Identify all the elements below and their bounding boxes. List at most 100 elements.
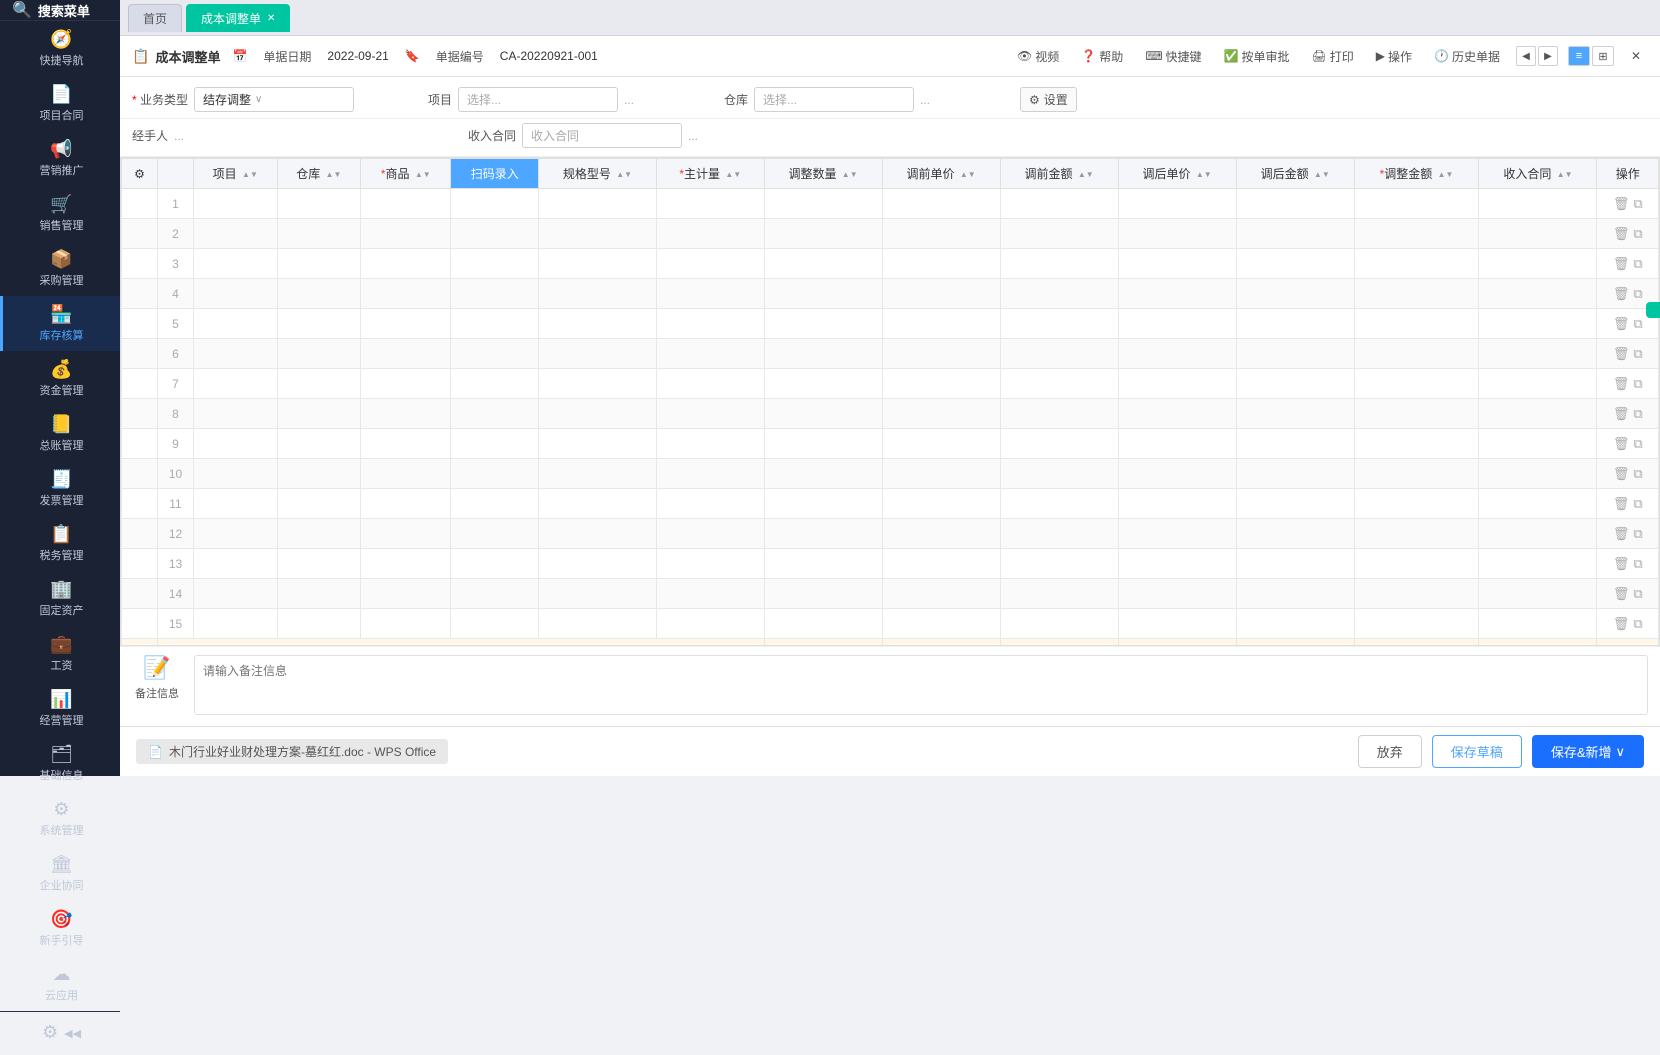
row-unit-1[interactable] [657,189,765,219]
row-prev-amount-7[interactable] [1000,369,1118,399]
project-select[interactable]: 选择... [458,87,618,112]
row-warehouse-1[interactable] [277,189,361,219]
row-after-amount-8[interactable] [1236,399,1354,429]
row-unit-12[interactable] [657,519,765,549]
row-after-unit-price-2[interactable] [1118,219,1236,249]
row-product-4[interactable] [361,279,451,309]
sidebar-item-payroll[interactable]: 💼 工资 [0,626,120,681]
row-prev-unit-price-10[interactable] [882,459,1000,489]
sidebar-logo-text[interactable]: 搜索菜单 [38,1,90,20]
row-spec-3[interactable] [539,249,657,279]
row-income-contract-8[interactable] [1479,399,1597,429]
copy-row-13-icon[interactable]: ⧉ [1633,556,1642,572]
income-contract-select[interactable]: 收入合同 [522,123,682,148]
row-after-amount-2[interactable] [1236,219,1354,249]
row-prev-amount-2[interactable] [1000,219,1118,249]
row-product-15[interactable] [361,609,451,639]
warehouse-dots[interactable]: ... [920,93,930,107]
row-after-unit-price-6[interactable] [1118,339,1236,369]
row-after-amount-3[interactable] [1236,249,1354,279]
delete-row-15-icon[interactable]: 🗑 [1613,616,1630,632]
row-adjust-qty-13[interactable] [764,549,882,579]
row-unit-10[interactable] [657,459,765,489]
sidebar-item-finance[interactable]: 💰 资金管理 [0,351,120,406]
row-adjust-qty-6[interactable] [764,339,882,369]
row-adjust-qty-1[interactable] [764,189,882,219]
sidebar-item-tax[interactable]: 📋 税务管理 [0,516,120,571]
sort-adjust-amount[interactable]: ▲▼ [1438,170,1454,179]
sidebar-item-ledger[interactable]: 📒 总账管理 [0,406,120,461]
save-draft-button[interactable]: 保存草稿 [1432,735,1522,768]
save-new-button[interactable]: 保存&新增 ∨ [1532,735,1644,768]
delete-row-7-icon[interactable]: 🗑 [1613,376,1630,392]
row-spec-4[interactable] [539,279,657,309]
row-income-contract-13[interactable] [1479,549,1597,579]
row-after-unit-price-10[interactable] [1118,459,1236,489]
row-adjust-qty-14[interactable] [764,579,882,609]
row-unit-3[interactable] [657,249,765,279]
tab-close-icon[interactable]: ✕ [267,13,275,24]
row-spec-8[interactable] [539,399,657,429]
row-scan-1[interactable] [451,189,539,219]
row-prev-amount-9[interactable] [1000,429,1118,459]
row-income-contract-15[interactable] [1479,609,1597,639]
row-adjust-amount-10[interactable] [1354,459,1479,489]
row-project-8[interactable] [194,399,278,429]
row-scan-4[interactable] [451,279,539,309]
sort-prev-amount[interactable]: ▲▼ [1078,170,1094,179]
row-warehouse-15[interactable] [277,609,361,639]
view-card-btn[interactable]: ⊞ [1592,46,1614,66]
warehouse-select[interactable]: 选择... [754,87,914,112]
row-after-amount-1[interactable] [1236,189,1354,219]
row-warehouse-10[interactable] [277,459,361,489]
settings-button[interactable]: ⚙ 设置 [1020,87,1077,112]
row-after-amount-15[interactable] [1236,609,1354,639]
row-product-5[interactable] [361,309,451,339]
row-adjust-qty-10[interactable] [764,459,882,489]
row-spec-6[interactable] [539,339,657,369]
row-income-contract-6[interactable] [1479,339,1597,369]
row-scan-11[interactable] [451,489,539,519]
row-income-contract-1[interactable] [1479,189,1597,219]
row-product-6[interactable] [361,339,451,369]
toolbar-view-btn[interactable]: 👁 视频 [1011,46,1065,67]
row-prev-unit-price-7[interactable] [882,369,1000,399]
copy-row-4-icon[interactable]: ⧉ [1633,286,1642,302]
copy-row-3-icon[interactable]: ⧉ [1633,256,1642,272]
row-adjust-amount-13[interactable] [1354,549,1479,579]
row-after-amount-6[interactable] [1236,339,1354,369]
row-warehouse-2[interactable] [277,219,361,249]
row-spec-1[interactable] [539,189,657,219]
sidebar-item-quick-nav[interactable]: 🧭 快捷导航 [0,21,120,76]
row-warehouse-8[interactable] [277,399,361,429]
delete-row-14-icon[interactable]: 🗑 [1613,586,1630,602]
sidebar-item-inventory[interactable]: 🏪 库存核算 [0,296,120,351]
row-scan-8[interactable] [451,399,539,429]
row-adjust-qty-15[interactable] [764,609,882,639]
row-project-14[interactable] [194,579,278,609]
row-project-15[interactable] [194,609,278,639]
row-product-9[interactable] [361,429,451,459]
row-adjust-amount-15[interactable] [1354,609,1479,639]
row-income-contract-9[interactable] [1479,429,1597,459]
copy-row-5-icon[interactable]: ⧉ [1633,316,1642,332]
row-income-contract-12[interactable] [1479,519,1597,549]
sort-prev-unit-price[interactable]: ▲▼ [960,170,976,179]
sidebar-item-cloud-apps[interactable]: ☁ 云应用 [0,956,120,1011]
sidebar-item-invoice[interactable]: 🧾 发票管理 [0,461,120,516]
row-prev-unit-price-12[interactable] [882,519,1000,549]
delete-row-5-icon[interactable]: 🗑 [1613,316,1630,332]
row-spec-2[interactable] [539,219,657,249]
row-after-unit-price-11[interactable] [1118,489,1236,519]
row-after-amount-5[interactable] [1236,309,1354,339]
toolbar-shortcut-btn[interactable]: ⌨ 快捷键 [1139,46,1207,67]
delete-row-9-icon[interactable]: 🗑 [1613,436,1630,452]
row-project-5[interactable] [194,309,278,339]
row-warehouse-3[interactable] [277,249,361,279]
copy-row-11-icon[interactable]: ⧉ [1633,496,1642,512]
row-after-unit-price-8[interactable] [1118,399,1236,429]
row-spec-9[interactable] [539,429,657,459]
row-product-11[interactable] [361,489,451,519]
row-project-3[interactable] [194,249,278,279]
row-after-unit-price-5[interactable] [1118,309,1236,339]
